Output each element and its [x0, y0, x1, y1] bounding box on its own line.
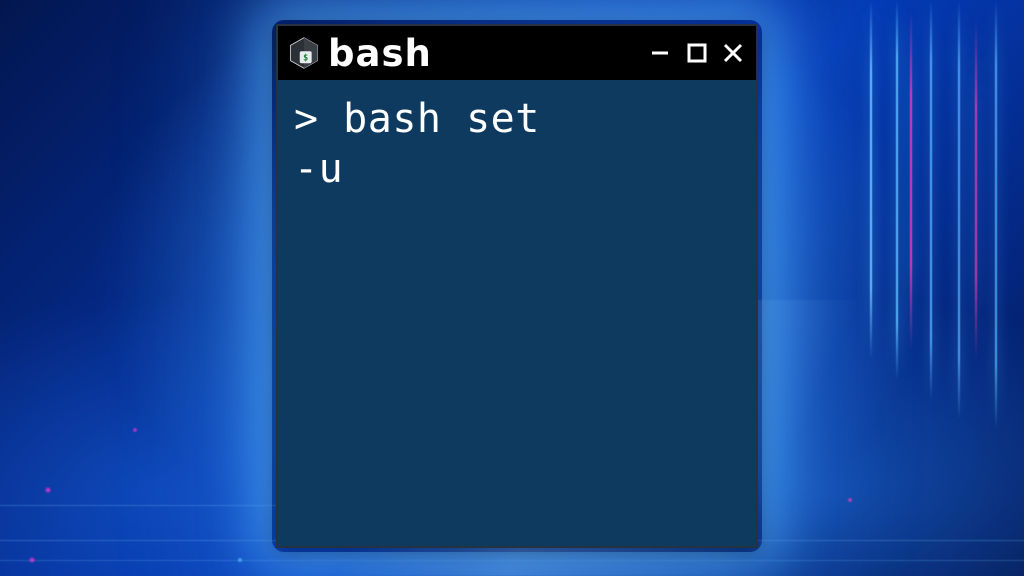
terminal-window: $ bash > bash set-u [276, 24, 758, 548]
close-button[interactable] [720, 40, 746, 66]
terminal-line: > bash set [294, 94, 740, 144]
terminal-body[interactable]: > bash set-u [278, 80, 756, 546]
window-controls [648, 40, 746, 66]
svg-text:$: $ [303, 54, 308, 64]
maximize-button[interactable] [684, 40, 710, 66]
terminal-line: -u [294, 144, 740, 194]
window-title: bash [328, 32, 642, 75]
minimize-button[interactable] [648, 40, 674, 66]
titlebar[interactable]: $ bash [278, 26, 756, 80]
bash-hex-icon: $ [286, 35, 322, 71]
